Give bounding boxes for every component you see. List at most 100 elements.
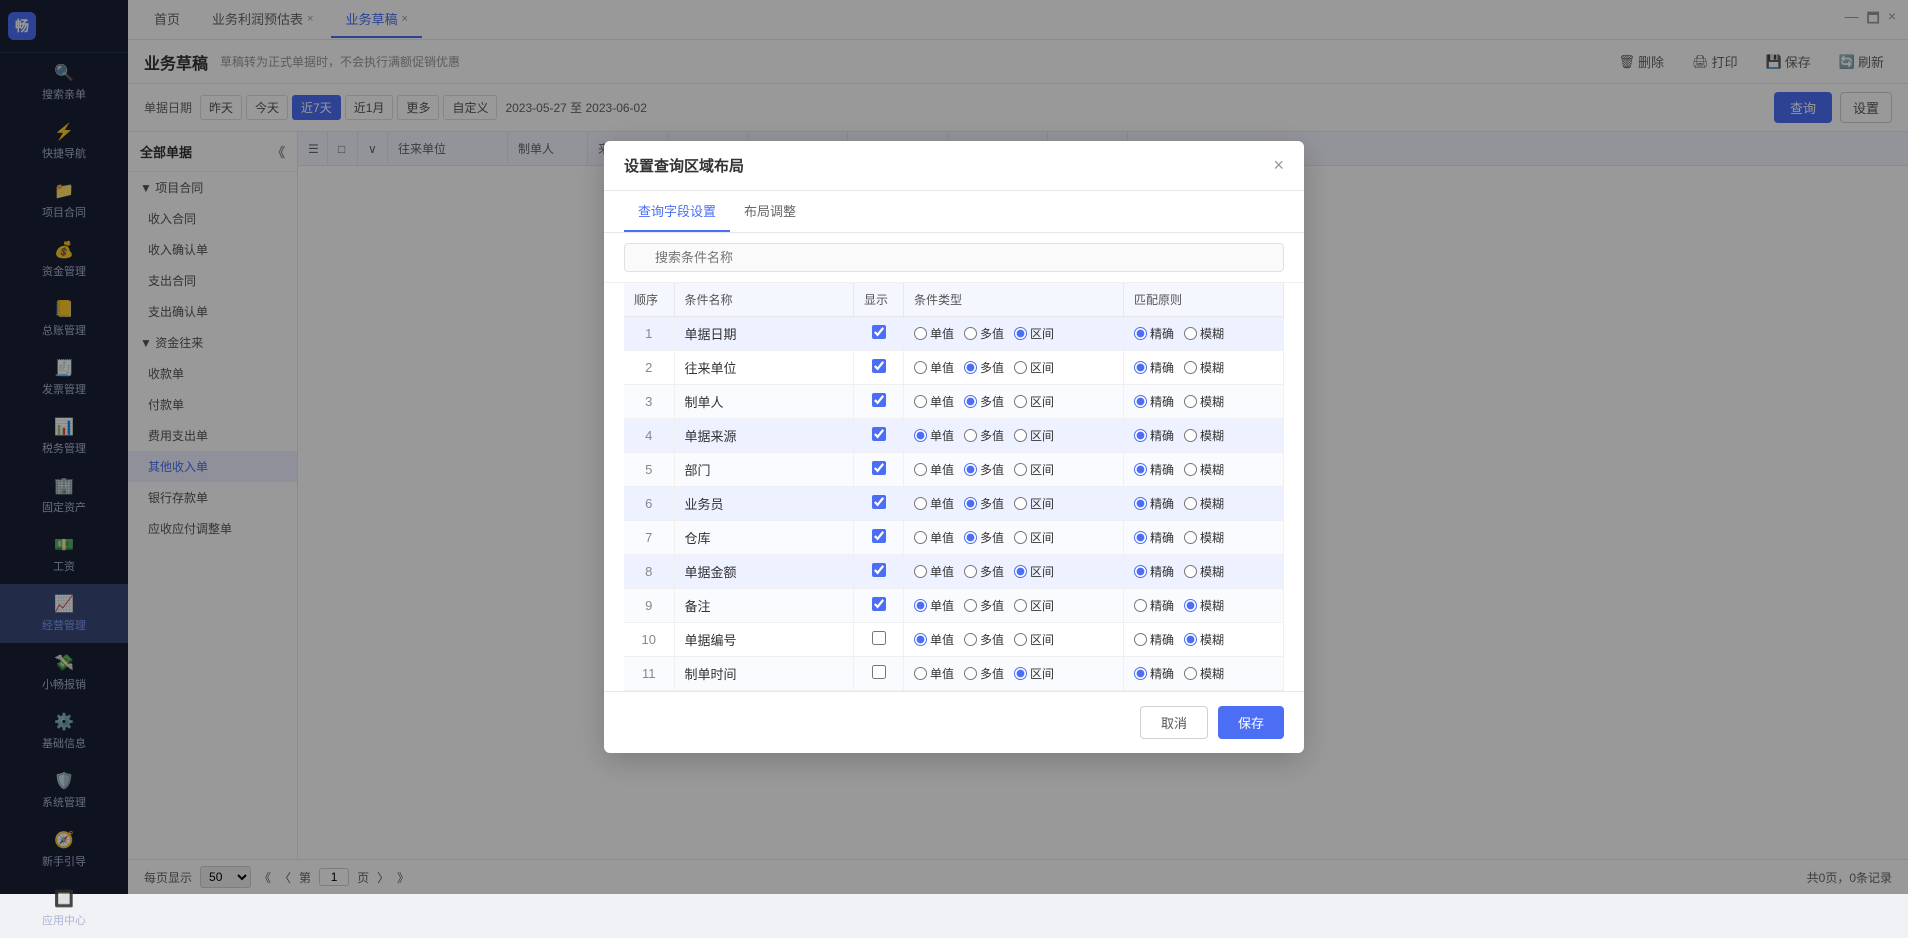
modal-row-type-radio-区间-9[interactable]: 区间: [1014, 597, 1054, 614]
modal-row-match-radio-input-精确-8[interactable]: [1134, 565, 1147, 578]
modal-row-match-radio-精确-2[interactable]: 精确: [1134, 359, 1174, 376]
modal-row-type-radio-input-单值-1[interactable]: [914, 327, 927, 340]
modal-row-match-radio-input-精确-4[interactable]: [1134, 429, 1147, 442]
modal-row-type-radio-区间-6[interactable]: 区间: [1014, 495, 1054, 512]
modal-row-type-radio-多值-5[interactable]: 多值: [964, 461, 1004, 478]
modal-row-match-radio-模糊-3[interactable]: 模糊: [1184, 393, 1224, 410]
modal-row-type-radio-单值-2[interactable]: 单值: [914, 359, 954, 376]
modal-row-match-radio-模糊-7[interactable]: 模糊: [1184, 529, 1224, 546]
modal-row-match-radio-input-模糊-5[interactable]: [1184, 463, 1197, 476]
modal-row-type-radio-input-多值-1[interactable]: [964, 327, 977, 340]
modal-row-match-radio-input-模糊-10[interactable]: [1184, 633, 1197, 646]
modal-close-button[interactable]: ×: [1273, 155, 1284, 176]
modal-row-match-radio-input-模糊-4[interactable]: [1184, 429, 1197, 442]
modal-row-show-checkbox-9[interactable]: [872, 597, 886, 611]
modal-row-type-radio-多值-10[interactable]: 多值: [964, 631, 1004, 648]
modal-row-show-checkbox-1[interactable]: [872, 325, 886, 339]
modal-row-match-radio-模糊-8[interactable]: 模糊: [1184, 563, 1224, 580]
modal-row-type-radio-单值-10[interactable]: 单值: [914, 631, 954, 648]
modal-row-type-radio-多值-2[interactable]: 多值: [964, 359, 1004, 376]
modal-row-type-radio-input-多值-4[interactable]: [964, 429, 977, 442]
modal-row-match-radio-模糊-1[interactable]: 模糊: [1184, 325, 1224, 342]
modal-row-type-radio-input-区间-10[interactable]: [1014, 633, 1027, 646]
modal-row-show-checkbox-11[interactable]: [872, 665, 886, 679]
modal-row-match-radio-精确-1[interactable]: 精确: [1134, 325, 1174, 342]
modal-row-match-radio-精确-10[interactable]: 精确: [1134, 631, 1174, 648]
modal-row-type-radio-input-区间-2[interactable]: [1014, 361, 1027, 374]
modal-row-match-radio-模糊-10[interactable]: 模糊: [1184, 631, 1224, 648]
condition-search-input[interactable]: [624, 243, 1284, 272]
modal-row-type-radio-input-单值-5[interactable]: [914, 463, 927, 476]
modal-row-type-radio-input-单值-8[interactable]: [914, 565, 927, 578]
modal-row-match-radio-input-精确-9[interactable]: [1134, 599, 1147, 612]
modal-row-type-radio-input-多值-6[interactable]: [964, 497, 977, 510]
modal-row-type-radio-input-区间-1[interactable]: [1014, 327, 1027, 340]
modal-row-show-checkbox-3[interactable]: [872, 393, 886, 407]
modal-row-type-radio-input-区间-8[interactable]: [1014, 565, 1027, 578]
modal-row-type-radio-input-多值-8[interactable]: [964, 565, 977, 578]
modal-row-match-radio-input-模糊-9[interactable]: [1184, 599, 1197, 612]
modal-row-match-radio-模糊-5[interactable]: 模糊: [1184, 461, 1224, 478]
modal-row-match-radio-精确-4[interactable]: 精确: [1134, 427, 1174, 444]
modal-row-match-radio-input-精确-10[interactable]: [1134, 633, 1147, 646]
modal-row-type-radio-input-多值-2[interactable]: [964, 361, 977, 374]
modal-row-type-radio-input-单值-4[interactable]: [914, 429, 927, 442]
cancel-button[interactable]: 取消: [1140, 706, 1208, 739]
modal-row-type-radio-input-区间-3[interactable]: [1014, 395, 1027, 408]
modal-row-match-radio-input-精确-3[interactable]: [1134, 395, 1147, 408]
modal-row-type-radio-单值-8[interactable]: 单值: [914, 563, 954, 580]
modal-row-match-radio-input-精确-5[interactable]: [1134, 463, 1147, 476]
modal-row-type-radio-单值-1[interactable]: 单值: [914, 325, 954, 342]
modal-row-show-checkbox-2[interactable]: [872, 359, 886, 373]
modal-row-type-radio-input-区间-7[interactable]: [1014, 531, 1027, 544]
modal-row-type-radio-input-多值-11[interactable]: [964, 667, 977, 680]
modal-row-type-radio-区间-5[interactable]: 区间: [1014, 461, 1054, 478]
modal-row-match-radio-模糊-4[interactable]: 模糊: [1184, 427, 1224, 444]
modal-row-match-radio-input-模糊-2[interactable]: [1184, 361, 1197, 374]
modal-row-type-radio-input-多值-7[interactable]: [964, 531, 977, 544]
modal-overlay[interactable]: 设置查询区域布局 × 查询字段设置布局调整 🔍 顺序条件名称显示条件类型匹配原则…: [0, 0, 1908, 894]
modal-row-match-radio-精确-7[interactable]: 精确: [1134, 529, 1174, 546]
modal-row-type-radio-区间-7[interactable]: 区间: [1014, 529, 1054, 546]
modal-row-type-radio-单值-11[interactable]: 单值: [914, 665, 954, 682]
modal-row-match-radio-input-精确-7[interactable]: [1134, 531, 1147, 544]
modal-row-type-radio-单值-6[interactable]: 单值: [914, 495, 954, 512]
modal-row-match-radio-模糊-2[interactable]: 模糊: [1184, 359, 1224, 376]
modal-row-match-radio-模糊-9[interactable]: 模糊: [1184, 597, 1224, 614]
modal-row-match-radio-精确-6[interactable]: 精确: [1134, 495, 1174, 512]
modal-row-type-radio-区间-4[interactable]: 区间: [1014, 427, 1054, 444]
modal-row-show-checkbox-6[interactable]: [872, 495, 886, 509]
modal-row-match-radio-input-精确-11[interactable]: [1134, 667, 1147, 680]
modal-row-match-radio-精确-9[interactable]: 精确: [1134, 597, 1174, 614]
modal-row-match-radio-模糊-11[interactable]: 模糊: [1184, 665, 1224, 682]
modal-row-type-radio-多值-6[interactable]: 多值: [964, 495, 1004, 512]
modal-row-type-radio-单值-3[interactable]: 单值: [914, 393, 954, 410]
modal-tab-布局调整[interactable]: 布局调整: [730, 191, 810, 232]
modal-row-type-radio-input-单值-9[interactable]: [914, 599, 927, 612]
modal-row-match-radio-input-精确-2[interactable]: [1134, 361, 1147, 374]
modal-row-type-radio-区间-1[interactable]: 区间: [1014, 325, 1054, 342]
modal-row-type-radio-区间-11[interactable]: 区间: [1014, 665, 1054, 682]
modal-row-type-radio-多值-8[interactable]: 多值: [964, 563, 1004, 580]
modal-row-type-radio-input-多值-10[interactable]: [964, 633, 977, 646]
modal-row-type-radio-多值-4[interactable]: 多值: [964, 427, 1004, 444]
modal-row-show-checkbox-10[interactable]: [872, 631, 886, 645]
modal-row-type-radio-区间-3[interactable]: 区间: [1014, 393, 1054, 410]
modal-row-type-radio-input-单值-11[interactable]: [914, 667, 927, 680]
modal-row-type-radio-区间-10[interactable]: 区间: [1014, 631, 1054, 648]
modal-row-type-radio-区间-8[interactable]: 区间: [1014, 563, 1054, 580]
modal-row-type-radio-多值-11[interactable]: 多值: [964, 665, 1004, 682]
modal-row-show-checkbox-5[interactable]: [872, 461, 886, 475]
modal-row-match-radio-精确-3[interactable]: 精确: [1134, 393, 1174, 410]
modal-row-type-radio-区间-2[interactable]: 区间: [1014, 359, 1054, 376]
modal-save-button[interactable]: 保存: [1218, 706, 1284, 739]
modal-tab-查询字段设置[interactable]: 查询字段设置: [624, 191, 730, 232]
modal-row-type-radio-input-单值-6[interactable]: [914, 497, 927, 510]
modal-row-match-radio-input-模糊-1[interactable]: [1184, 327, 1197, 340]
modal-row-type-radio-input-区间-5[interactable]: [1014, 463, 1027, 476]
modal-row-match-radio-精确-5[interactable]: 精确: [1134, 461, 1174, 478]
modal-row-type-radio-input-区间-9[interactable]: [1014, 599, 1027, 612]
modal-row-match-radio-input-模糊-6[interactable]: [1184, 497, 1197, 510]
modal-row-match-radio-input-模糊-11[interactable]: [1184, 667, 1197, 680]
modal-row-type-radio-input-单值-10[interactable]: [914, 633, 927, 646]
